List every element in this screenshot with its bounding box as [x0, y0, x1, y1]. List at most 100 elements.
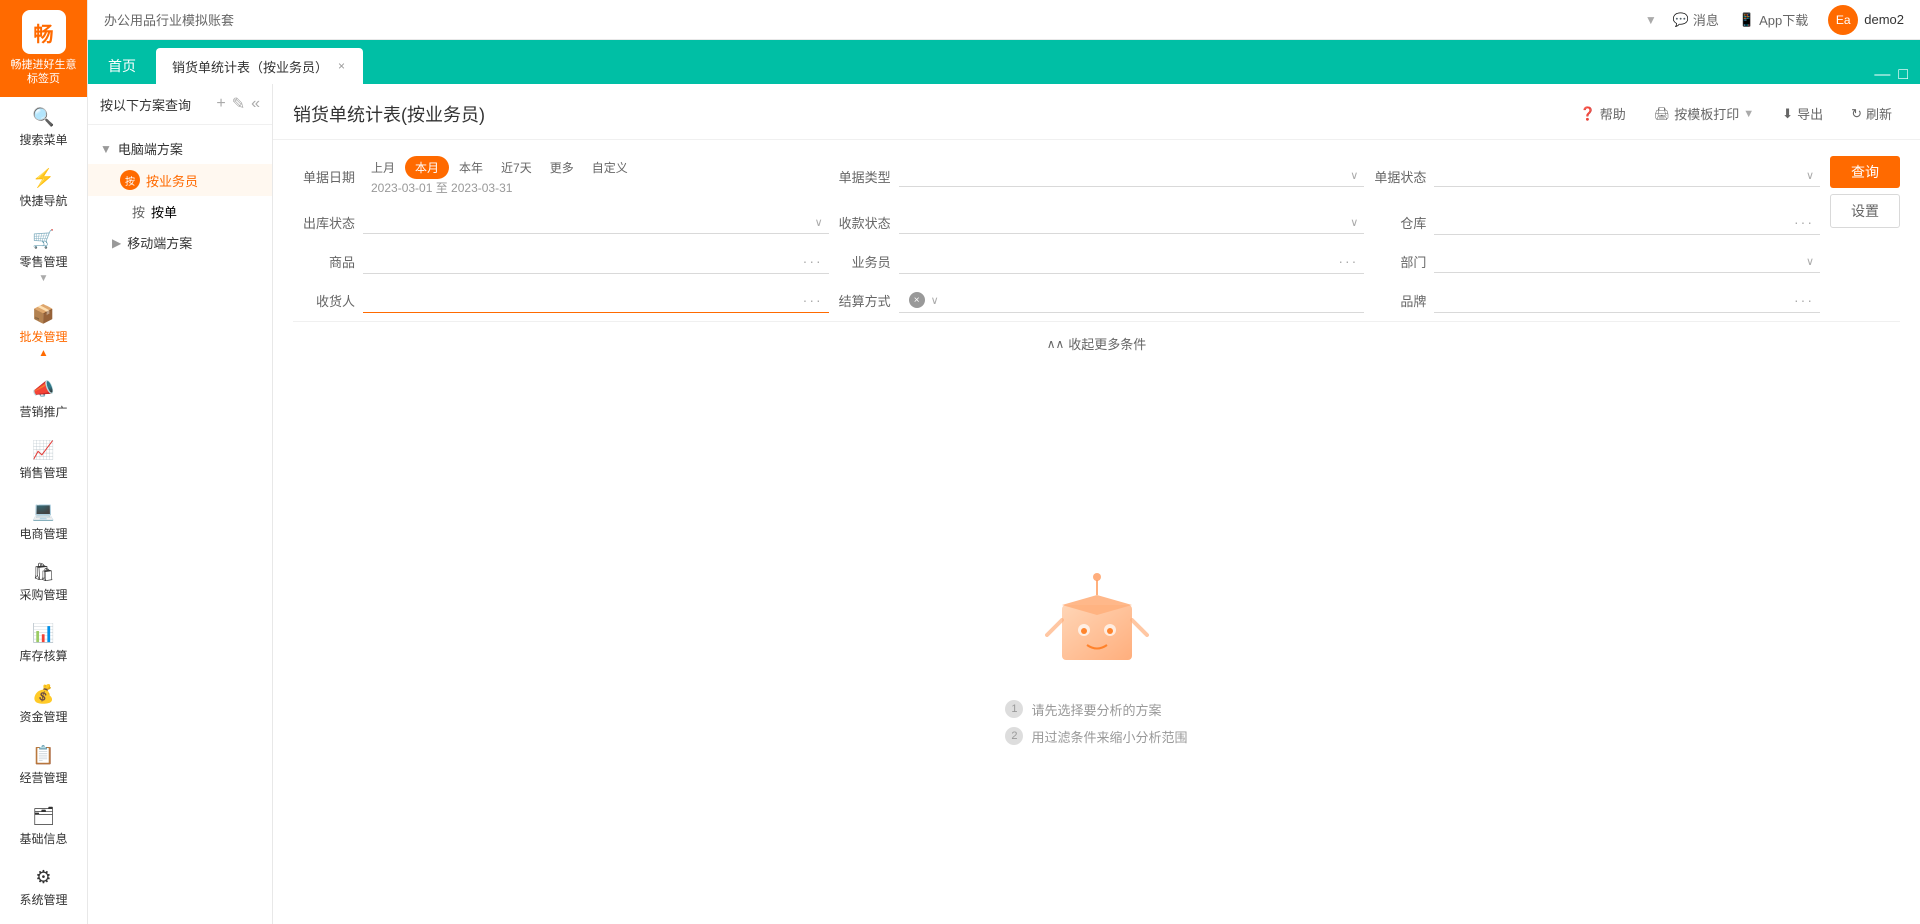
brand-field[interactable]: ··· — [1434, 288, 1820, 313]
settle-clear-icon[interactable]: × — [909, 292, 925, 308]
outstatus-cell: 出库状态 ∨ — [293, 210, 829, 235]
export-btn[interactable]: ⬇ 导出 — [1774, 100, 1831, 127]
date-tab-lastmonth[interactable]: 上月 — [363, 156, 403, 179]
user-area: Ea demo2 — [1828, 5, 1904, 35]
receiver-dots-icon[interactable]: ··· — [803, 292, 823, 308]
topbar-dropdown-icon[interactable]: ▼ — [1645, 13, 1657, 27]
tree-item-order[interactable]: 按 按单 — [88, 196, 272, 227]
filter-row-2: 出库状态 ∨ 收款状态 ∨ 仓库 — [293, 210, 1900, 235]
date-tab-thisyear[interactable]: 本年 — [451, 156, 491, 179]
outstatus-field[interactable]: ∨ — [363, 212, 829, 234]
docstatus-field[interactable]: ∨ — [1434, 165, 1820, 187]
warehouse-field[interactable]: ··· — [1434, 210, 1820, 235]
empty-state: 1 请先选择要分析的方案 2 用过滤条件来缩小分析范围 — [273, 381, 1920, 924]
collapse-panel-icon[interactable]: « — [251, 95, 260, 113]
warehouse-cell: 仓库 ··· — [1364, 210, 1900, 235]
tab-expand-btn[interactable]: □ — [1898, 66, 1908, 84]
settle-cell: 结算方式 × ∨ — [829, 288, 1365, 313]
sidebar-item-label: 批发管理 — [19, 328, 67, 345]
edit-scheme-icon[interactable]: ✎ — [232, 94, 245, 114]
tree-group-desktop-header[interactable]: ▼ 电脑端方案 — [88, 133, 272, 164]
retail-arrow-icon: ▼ — [39, 273, 49, 284]
tree-item-salesman[interactable]: 按 按业务员 — [88, 164, 272, 196]
goods-dots-icon[interactable]: ··· — [803, 253, 823, 269]
message-action[interactable]: 💬 消息 — [1673, 10, 1719, 29]
doctype-arrow-icon[interactable]: ∨ — [1350, 169, 1358, 182]
username-label[interactable]: demo2 — [1864, 12, 1904, 27]
sidebar-item-sales[interactable]: 📈 销售管理 — [0, 430, 87, 491]
sidebar-item-search[interactable]: 🔍 搜索菜单 — [0, 97, 87, 158]
sidebar-item-ecommerce[interactable]: 💻 电商管理 — [0, 491, 87, 552]
receiver-field[interactable]: ··· — [363, 288, 829, 313]
settle-field[interactable]: × ∨ — [899, 288, 1365, 313]
collectstatus-arrow-icon[interactable]: ∨ — [1350, 216, 1358, 229]
app-download-label: App下载 — [1759, 10, 1808, 29]
add-scheme-icon[interactable]: + — [216, 95, 225, 113]
sidebar-item-system[interactable]: ⚙ 系统管理 — [0, 857, 87, 918]
sales-icon: 📈 — [32, 440, 54, 461]
collapse-bar: ∧∧ 收起更多条件 — [293, 321, 1900, 365]
sidebar-item-purchase[interactable]: 🛍 采购管理 — [0, 552, 87, 613]
brand-dots-icon[interactable]: ··· — [1794, 292, 1814, 308]
sidebar-item-retail[interactable]: 🛒 零售管理 ▼ — [0, 219, 87, 294]
department-field[interactable]: ∨ — [1434, 251, 1820, 273]
sidebar-item-marketing[interactable]: 📣 营销推广 — [0, 369, 87, 430]
department-arrow-icon[interactable]: ∨ — [1806, 255, 1814, 268]
docstatus-label: 单据状态 — [1364, 167, 1434, 186]
sidebar-item-label: 经营管理 — [19, 769, 67, 786]
print-arrow-icon: ▼ — [1743, 108, 1754, 120]
app-download-action[interactable]: 📱 App下载 — [1739, 10, 1808, 29]
goods-label: 商品 — [293, 252, 363, 271]
sidebar-item-wholesale[interactable]: 📦 批发管理 ▲ — [0, 294, 87, 369]
warehouse-dots-icon[interactable]: ··· — [1794, 214, 1814, 230]
settle-arrow-icon[interactable]: ∨ — [931, 294, 939, 307]
date-filter-content: 上月 本月 本年 近7天 更多 自定义 2023-03-01 至 2023-03… — [363, 156, 829, 196]
topbar-title: 办公用品行业模拟账套 — [104, 10, 1629, 29]
collapse-btn[interactable]: ∧∧ 收起更多条件 — [1035, 330, 1159, 357]
tree-group-desktop-label: 电脑端方案 — [118, 139, 183, 158]
tab-active[interactable]: 销货单统计表（按业务员） × — [156, 48, 363, 84]
sidebar-item-finance[interactable]: 💰 资金管理 — [0, 674, 87, 735]
outstatus-arrow-icon[interactable]: ∨ — [815, 216, 823, 229]
query-button[interactable]: 查询 — [1830, 156, 1900, 188]
docstatus-arrow-icon[interactable]: ∨ — [1806, 169, 1814, 182]
query-btn-area: 查询 设置 — [1830, 156, 1900, 228]
help-btn[interactable]: ❓ 帮助 — [1572, 100, 1634, 127]
doctype-field[interactable]: ∨ — [899, 165, 1365, 187]
ecommerce-icon: 💻 — [32, 501, 54, 522]
date-tab-thismonth[interactable]: 本月 — [405, 156, 449, 179]
date-tab-7days[interactable]: 近7天 — [493, 156, 540, 179]
reset-button[interactable]: 设置 — [1830, 194, 1900, 228]
sidebar-item-collab[interactable]: 🤝 企业协同 — [0, 918, 87, 924]
refresh-btn[interactable]: ↻ 刷新 — [1843, 100, 1900, 127]
tab-close-icon[interactable]: × — [336, 57, 347, 75]
sidebar-item-label: 采购管理 — [19, 586, 67, 603]
tree-group-desktop: ▼ 电脑端方案 按 按业务员 按 按单 — [88, 133, 272, 227]
logo-icon: 畅 — [22, 10, 66, 54]
tab-expand-area: — □ — [1874, 66, 1920, 84]
sidebar-item-label: 库存核算 — [19, 647, 67, 664]
salesman-icon-text: 按 — [125, 173, 135, 188]
tree: ▼ 电脑端方案 按 按业务员 按 按单 — [88, 125, 272, 266]
tab-home[interactable]: 首页 — [88, 48, 156, 84]
logo-symbol: 畅 — [34, 18, 54, 47]
warehouse-label: 仓库 — [1364, 213, 1434, 232]
date-tab-custom[interactable]: 自定义 — [584, 156, 636, 179]
salesman-dots-icon[interactable]: ··· — [1338, 253, 1358, 269]
hint-1-num: 1 — [1005, 700, 1023, 718]
sidebar-item-operations[interactable]: 📋 经营管理 — [0, 735, 87, 796]
sidebar: 畅 畅捷进好生意标签页 🔍 搜索菜单 ⚡ 快捷导航 🛒 零售管理 ▼ 📦 批发管… — [0, 0, 88, 924]
collectstatus-field[interactable]: ∨ — [899, 212, 1365, 234]
salesman-cell: 业务员 ··· — [829, 249, 1365, 274]
tab-minimize-btn[interactable]: — — [1874, 66, 1890, 84]
sidebar-item-quicknav[interactable]: ⚡ 快捷导航 — [0, 158, 87, 219]
sidebar-item-inventory[interactable]: 📊 库存核算 — [0, 613, 87, 674]
sidebar-item-basic-info[interactable]: 🗂 基础信息 — [0, 796, 87, 857]
date-tabs: 上月 本月 本年 近7天 更多 自定义 — [363, 156, 829, 179]
print-btn[interactable]: 🖨 按模板打印 ▼ — [1646, 100, 1762, 127]
tree-group-mobile-header[interactable]: ▶ 移动端方案 — [88, 227, 272, 258]
salesman-label: 业务员 — [829, 252, 899, 271]
date-tab-more[interactable]: 更多 — [542, 156, 582, 179]
salesman-field[interactable]: ··· — [899, 249, 1365, 274]
goods-field[interactable]: ··· — [363, 249, 829, 274]
